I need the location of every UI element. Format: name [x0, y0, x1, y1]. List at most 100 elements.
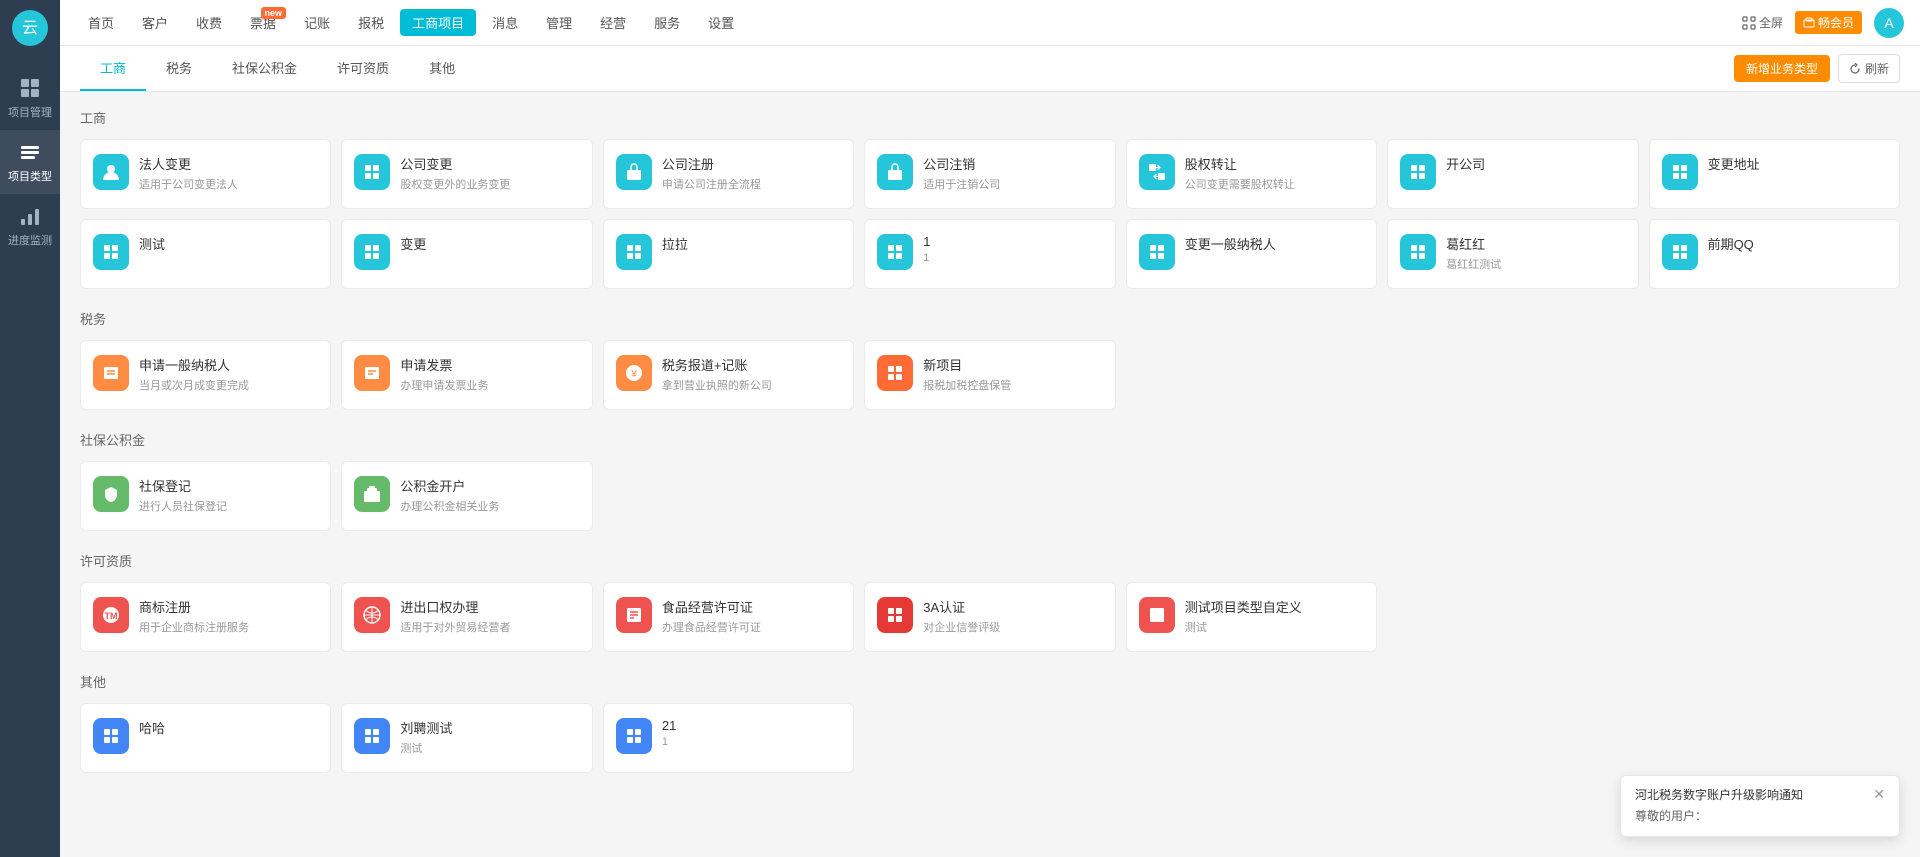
section-title-gongshang: 工商 [80, 108, 1900, 127]
card-icon-company-change [354, 154, 390, 190]
card-icon-company-register [616, 154, 652, 190]
card-icon-change2 [354, 234, 390, 270]
svg-text:云: 云 [22, 20, 38, 37]
xuke-cards: TM 商标注册 用于企业商标注册服务 进出口权办理 适用于对外贸易经营者 [80, 582, 1900, 652]
section-title-shebao: 社保公积金 [80, 430, 1900, 449]
sidebar-item-progress[interactable]: 进度监测 [0, 194, 60, 258]
tab-actions: 新增业务类型 刷新 [1734, 54, 1900, 83]
card-apply-taxpayer[interactable]: 申请一般纳税人 当月或次月成变更完成 [80, 340, 331, 410]
card-liupeng-test[interactable]: 刘聘测试 测试 [341, 703, 592, 773]
card-icon-twenty-one [616, 718, 652, 754]
main-container: 首页 客户 收费 票据 new 记账 报税 工商项目 消息 管理 经营 服务 设… [60, 0, 1920, 857]
tab-other[interactable]: 其他 [409, 46, 475, 91]
shebao-cards: 社保登记 进行人员社保登记 公积金开户 办理公积金相关业务 [80, 461, 1900, 531]
card-company-cancel[interactable]: 公司注销 适用于注销公司 [864, 139, 1115, 209]
nav-tax[interactable]: 报税 [346, 9, 396, 36]
sidebar-logo[interactable]: 云 [12, 10, 48, 46]
card-gjj-open[interactable]: 公积金开户 办理公积金相关业务 [341, 461, 592, 531]
content-area: 工商 税务 社保公积金 许可资质 其他 新增业务类型 刷新 工商 [60, 46, 1920, 857]
card-icon-tax-report-account: ¥ [616, 355, 652, 391]
new-type-button[interactable]: 新增业务类型 [1734, 55, 1830, 82]
card-icon-new-project [877, 355, 913, 391]
card-3a-cert[interactable]: 3A认证 对企业信誉评级 [864, 582, 1115, 652]
card-icon-liupeng-test [354, 718, 390, 754]
card-test[interactable]: 测试 [80, 219, 331, 289]
nav-service[interactable]: 服务 [642, 9, 692, 36]
card-icon-legal-change [93, 154, 129, 190]
nav-billing[interactable]: 收费 [184, 9, 234, 36]
card-shebao-reg[interactable]: 社保登记 进行人员社保登记 [80, 461, 331, 531]
card-twenty-one[interactable]: 21 1 [603, 703, 854, 773]
card-icon-equity-transfer [1139, 154, 1175, 190]
card-icon-apply-taxpayer [93, 355, 129, 391]
project-mgmt-icon [18, 76, 42, 100]
sidebar-item-project-type[interactable]: 项目类型 [0, 130, 60, 194]
card-lala[interactable]: 拉拉 [603, 219, 854, 289]
card-new-project[interactable]: 新项目 报税加税控盘保管 [864, 340, 1115, 410]
card-icon-haha [93, 718, 129, 754]
notification-arrow [1839, 778, 1855, 786]
card-qiqi[interactable]: 前期QQ [1649, 219, 1900, 289]
notification-body: 尊敬的用户： [1635, 807, 1885, 826]
card-icon-change-address [1662, 154, 1698, 190]
card-company-register[interactable]: 公司注册 申请公司注册全流程 [603, 139, 854, 209]
card-icon-one [877, 234, 913, 270]
other-cards: 哈哈 刘聘测试 测试 [80, 703, 1900, 773]
card-trademark[interactable]: TM 商标注册 用于企业商标注册服务 [80, 582, 331, 652]
refresh-icon [1849, 63, 1861, 75]
nav-message[interactable]: 消息 [480, 9, 530, 36]
nav-manage[interactable]: 管理 [534, 9, 584, 36]
card-icon-shebao-reg [93, 476, 129, 512]
nav-settings[interactable]: 设置 [696, 9, 746, 36]
card-info-legal-change: 法人变更 适用于公司变更法人 [139, 154, 318, 192]
card-tax-report-account[interactable]: ¥ 税务报道+记账 拿到营业执照的新公司 [603, 340, 854, 410]
card-legal-change[interactable]: 法人变更 适用于公司变更法人 [80, 139, 331, 209]
member-icon [1803, 17, 1815, 29]
card-apply-invoice[interactable]: 申请发票 办理申请发票业务 [341, 340, 592, 410]
tab-shebao[interactable]: 社保公积金 [212, 46, 317, 91]
card-company-change[interactable]: 公司变更 股权变更外的业务变更 [341, 139, 592, 209]
gongshang-cards: 法人变更 适用于公司变更法人 公司变更 股权变更外的业务变更 [80, 139, 1900, 289]
progress-icon [18, 204, 42, 228]
tab-gongshang[interactable]: 工商 [80, 46, 146, 91]
card-one[interactable]: 1 1 [864, 219, 1115, 289]
card-change2[interactable]: 变更 [341, 219, 592, 289]
nav-home[interactable]: 首页 [76, 9, 126, 36]
nav-client[interactable]: 客户 [130, 9, 180, 36]
card-change-address[interactable]: 变更地址 [1649, 139, 1900, 209]
nav-invoice[interactable]: 票据 new [238, 9, 288, 36]
nav-account[interactable]: 记账 [292, 9, 342, 36]
notification-close-button[interactable]: ✕ [1873, 786, 1885, 803]
section-title-xuke: 许可资质 [80, 551, 1900, 570]
member-button[interactable]: 畅会员 [1795, 11, 1862, 34]
card-icon-change-taxpayer [1139, 234, 1175, 270]
topnav: 首页 客户 收费 票据 new 记账 报税 工商项目 消息 管理 经营 服务 设… [60, 0, 1920, 46]
card-open-company[interactable]: 开公司 [1387, 139, 1638, 209]
nav-bizproject[interactable]: 工商项目 [400, 9, 476, 36]
card-haha[interactable]: 哈哈 [80, 703, 331, 773]
card-icon-test-type [1139, 597, 1175, 633]
card-icon-food-license [616, 597, 652, 633]
card-icon-test [93, 234, 129, 270]
fullscreen-button[interactable]: 全屏 [1742, 14, 1783, 31]
sidebar-item-project-mgmt[interactable]: 项目管理 [0, 66, 60, 130]
notification-popup: 河北税务数字账户升级影响通知 ✕ 尊敬的用户： [1620, 775, 1900, 837]
card-import-export[interactable]: 进出口权办理 适用于对外贸易经营者 [341, 582, 592, 652]
card-food-license[interactable]: 食品经营许可证 办理食品经营许可证 [603, 582, 854, 652]
user-avatar[interactable]: A [1874, 8, 1904, 38]
sidebar: 云 项目管理 项目类型 [0, 0, 60, 857]
card-icon-mohonghong [1400, 234, 1436, 270]
card-icon-apply-invoice [354, 355, 390, 391]
card-equity-transfer[interactable]: 股权转让 公司变更需要股权转让 [1126, 139, 1377, 209]
card-test-type[interactable]: 测试项目类型自定义 测试 [1126, 582, 1377, 652]
card-icon-3a-cert [877, 597, 913, 633]
tab-xuke[interactable]: 许可资质 [317, 46, 409, 91]
card-mohonghong[interactable]: 葛红红 葛红红测试 [1387, 219, 1638, 289]
tab-shuiwu[interactable]: 税务 [146, 46, 212, 91]
card-change-taxpayer[interactable]: 变更一般纳税人 [1126, 219, 1377, 289]
card-icon-company-cancel [877, 154, 913, 190]
nav-operation[interactable]: 经营 [588, 9, 638, 36]
project-type-icon [18, 140, 42, 164]
refresh-button[interactable]: 刷新 [1838, 54, 1900, 83]
fullscreen-icon [1742, 16, 1756, 30]
